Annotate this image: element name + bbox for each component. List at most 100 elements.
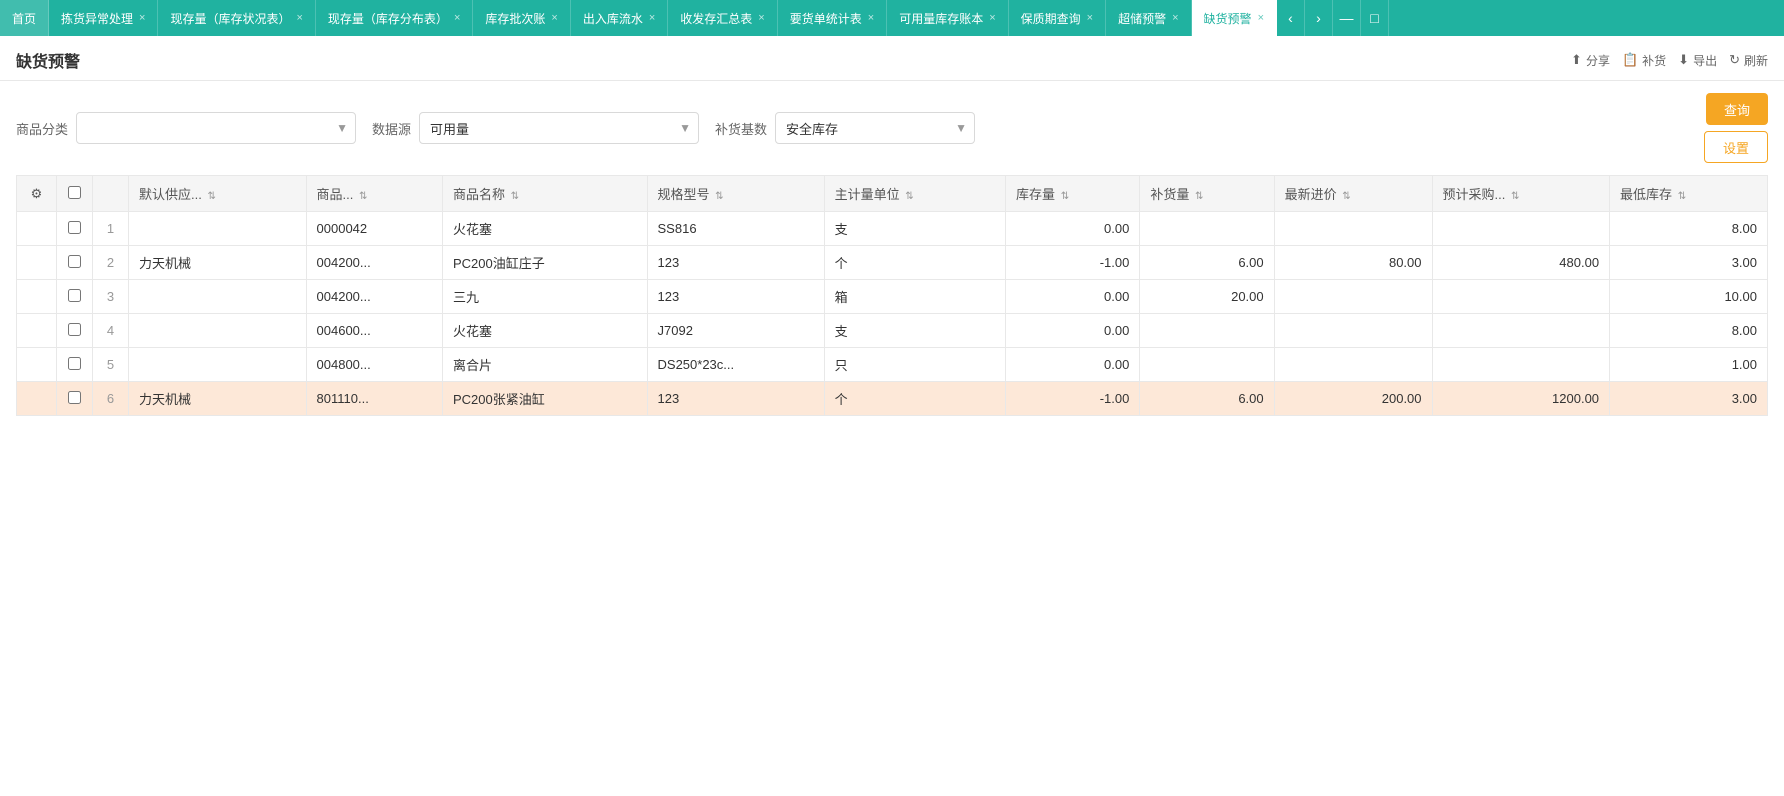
settings-button[interactable]: 设置 [1704,131,1768,163]
row-checkbox-cell[interactable] [57,246,93,280]
th-latest-price-label: 最新进价 [1285,187,1337,202]
tab-shortage-close[interactable]: × [1258,12,1264,24]
th-stock-qty[interactable]: 库存量 ⇅ [1006,176,1140,212]
tab-shelf-life[interactable]: 保质期查询 × [1009,0,1106,36]
th-checkbox[interactable] [57,176,93,212]
share-action[interactable]: ⬆ 分享 [1571,52,1610,69]
row-min-stock-1: 8.00 [1610,212,1768,246]
refresh-action[interactable]: ↻ 刷新 [1729,52,1768,69]
restock-label: 补货 [1642,52,1666,69]
th-unit[interactable]: 主计量单位 ⇅ [824,176,1005,212]
th-min-stock[interactable]: 最低库存 ⇅ [1610,176,1768,212]
tab-batch-ledger-close[interactable]: × [551,12,557,24]
tab-inout-flow-close[interactable]: × [649,12,655,24]
tab-pick-exception[interactable]: 拣货异常处理 × [49,0,158,36]
tab-overstock[interactable]: 超储预警 × [1106,0,1191,36]
tab-maximize-btn[interactable]: □ [1361,0,1389,36]
th-estimated-purchase[interactable]: 预计采购... ⇅ [1432,176,1610,212]
th-latest-price[interactable]: 最新进价 ⇅ [1274,176,1432,212]
share-label: 分享 [1586,52,1610,69]
row-stock-qty-2: -1.00 [1006,246,1140,280]
row-product-code-1: 0000042 [306,212,442,246]
filter-buttons: 查询 设置 [1704,93,1768,163]
filter-bar: 商品分类 ▼ 数据源 ▼ 补货基数 ▼ 查询 设置 [0,81,1784,175]
share-icon: ⬆ [1571,52,1582,68]
row-checkbox-4[interactable] [68,323,81,336]
tab-available-ledger-close[interactable]: × [989,12,995,24]
tab-current-stock2-close[interactable]: × [454,12,460,24]
query-button[interactable]: 查询 [1706,93,1768,125]
th-latest-price-sort-icon: ⇅ [1342,191,1350,202]
tab-shortage[interactable]: 缺货预警 × [1192,0,1277,36]
tab-home[interactable]: 首页 [0,0,49,36]
th-spec-label: 规格型号 [658,187,710,202]
tab-receive-summary[interactable]: 收发存汇总表 × [668,0,777,36]
row-gear-cell [17,212,57,246]
row-checkbox-cell[interactable] [57,212,93,246]
export-action[interactable]: ⬇ 导出 [1678,52,1717,69]
row-supplier-2: 力天机械 [129,246,307,280]
row-checkbox-cell[interactable] [57,382,93,416]
select-all-checkbox[interactable] [68,186,81,199]
row-checkbox-5[interactable] [68,357,81,370]
row-unit-4: 支 [824,314,1005,348]
restock-basis-select[interactable] [775,112,975,144]
tab-current-stock1[interactable]: 现存量（库存状况表） × [158,0,315,36]
tab-next-btn[interactable]: › [1305,0,1333,36]
th-settings[interactable]: ⚙ [17,176,57,212]
tab-current-stock1-label: 现存量（库存状况表） [170,10,290,27]
row-checkbox-1[interactable] [68,221,81,234]
th-min-stock-label: 最低库存 [1620,187,1672,202]
row-checkbox-cell[interactable] [57,348,93,382]
row-restock-qty-4 [1140,314,1274,348]
restock-basis-filter-group: 补货基数 ▼ [715,112,975,144]
row-spec-6: 123 [647,382,824,416]
row-num-5: 5 [93,348,129,382]
th-default-supplier[interactable]: 默认供应... ⇅ [129,176,307,212]
tab-available-ledger[interactable]: 可用量库存账本 × [887,0,1008,36]
tab-overstock-label: 超储预警 [1118,10,1166,27]
tab-current-stock2-label: 现存量（库存分布表） [328,10,448,27]
refresh-icon: ↻ [1729,52,1740,68]
th-restock-qty[interactable]: 补货量 ⇅ [1140,176,1274,212]
tab-pick-exception-close[interactable]: × [139,12,145,24]
tab-order-stats-label: 要货单统计表 [790,10,862,27]
category-filter-group: 商品分类 ▼ [16,112,356,144]
row-checkbox-cell[interactable] [57,314,93,348]
row-gear-cell [17,280,57,314]
tab-current-stock1-close[interactable]: × [296,12,302,24]
category-select[interactable] [76,112,356,144]
tab-receive-summary-close[interactable]: × [758,12,764,24]
tab-order-stats[interactable]: 要货单统计表 × [778,0,887,36]
tab-prev-btn[interactable]: ‹ [1277,0,1305,36]
th-product-code[interactable]: 商品... ⇅ [306,176,442,212]
th-spec-sort-icon: ⇅ [715,191,723,202]
row-checkbox-2[interactable] [68,255,81,268]
tab-order-stats-close[interactable]: × [868,12,874,24]
th-product-name[interactable]: 商品名称 ⇅ [442,176,647,212]
tab-batch-ledger[interactable]: 库存批次账 × [473,0,570,36]
tab-overstock-close[interactable]: × [1172,12,1178,24]
row-num-1: 1 [93,212,129,246]
row-spec-5: DS250*23c... [647,348,824,382]
row-checkbox-cell[interactable] [57,280,93,314]
tab-shelf-life-close[interactable]: × [1087,12,1093,24]
tab-inout-flow[interactable]: 出入库流水 × [571,0,668,36]
restock-basis-label: 补货基数 [715,119,767,138]
data-source-select[interactable] [419,112,699,144]
row-estimated-purchase-1 [1432,212,1610,246]
th-spec[interactable]: 规格型号 ⇅ [647,176,824,212]
restock-action[interactable]: 📋 补货 [1622,52,1666,69]
th-default-supplier-sort-icon: ⇅ [207,191,215,202]
th-estimated-purchase-sort-icon: ⇅ [1511,191,1519,202]
row-checkbox-6[interactable] [68,391,81,404]
tab-minimize-btn[interactable]: — [1333,0,1361,36]
th-product-name-sort-icon: ⇅ [511,191,519,202]
data-source-filter-group: 数据源 ▼ [372,112,699,144]
row-latest-price-2: 80.00 [1274,246,1432,280]
row-checkbox-3[interactable] [68,289,81,302]
tab-current-stock2[interactable]: 现存量（库存分布表） × [316,0,473,36]
th-product-name-label: 商品名称 [453,187,505,202]
table-row: 3 004200... 三九 123 箱 0.00 20.00 10.00 [17,280,1768,314]
row-num-3: 3 [93,280,129,314]
